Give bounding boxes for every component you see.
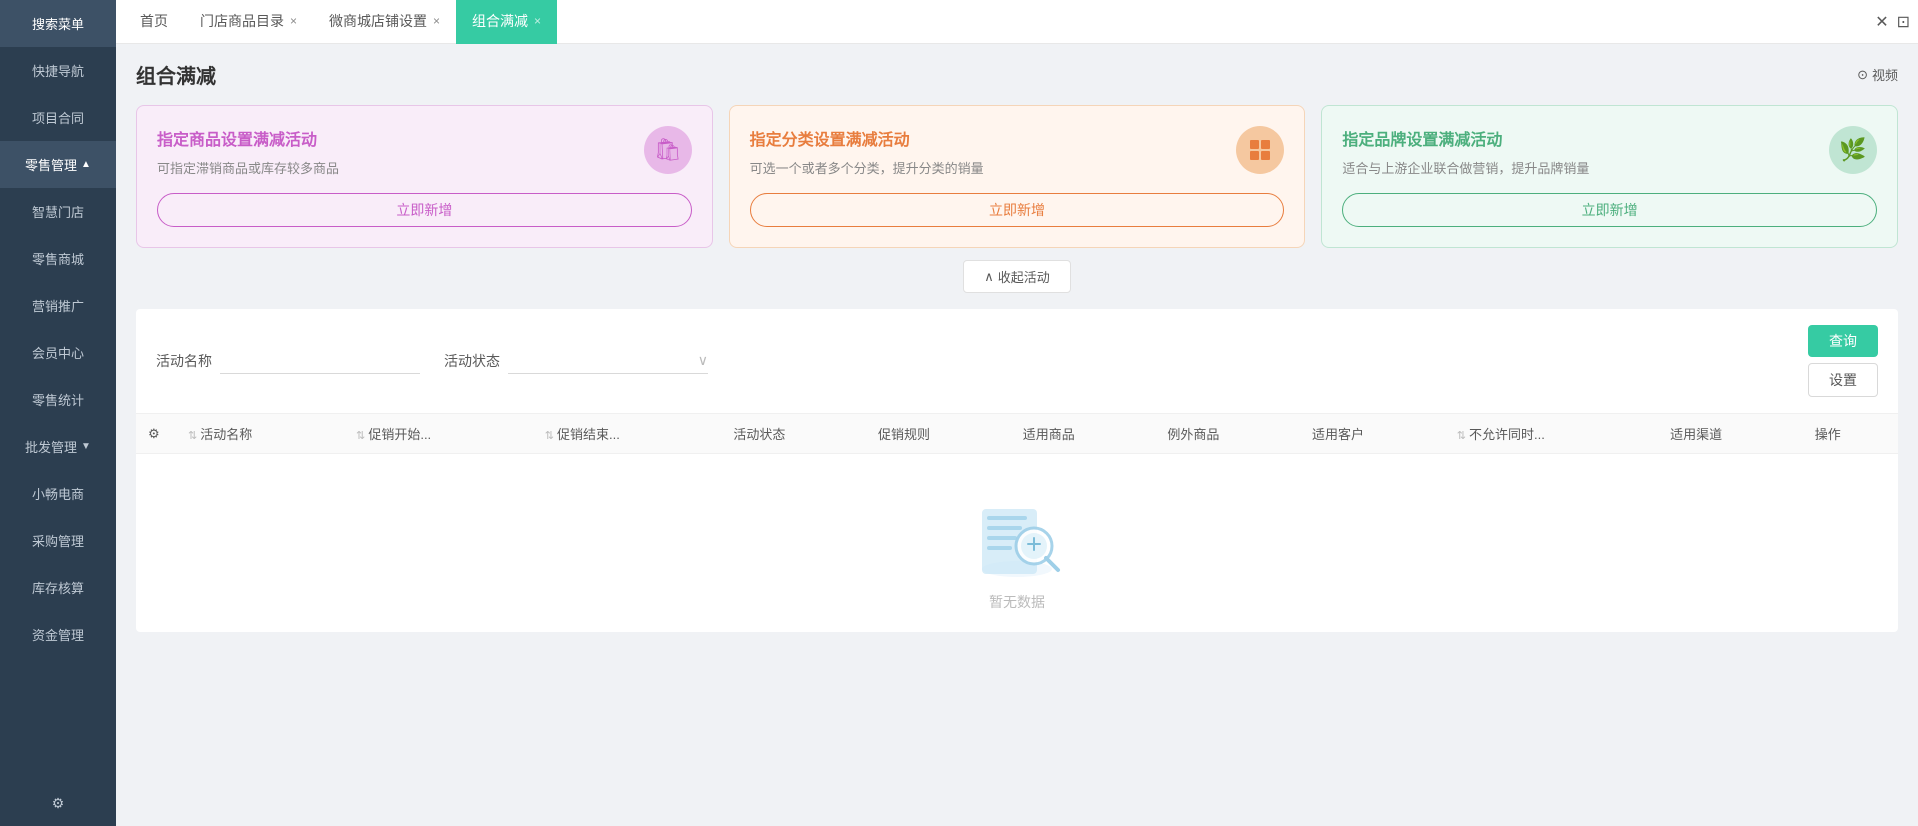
sidebar-item-search-menu[interactable]: 搜索菜单 <box>0 0 116 47</box>
tab-combo-discount[interactable]: 组合满减 × <box>456 0 557 44</box>
chevron-down-icon: ▼ <box>81 441 91 452</box>
activity-name-input[interactable] <box>220 349 420 374</box>
tab-close-store-catalog[interactable]: × <box>290 14 297 28</box>
brand-discount-title: 指定品牌设置满减活动 <box>1342 126 1877 150</box>
gear-icon: ⚙ <box>52 795 65 811</box>
brand-discount-icon: 🌿 <box>1829 126 1877 174</box>
sidebar-item-retail-mall[interactable]: 零售商城 <box>0 235 116 282</box>
play-circle-icon: ⊙ <box>1857 67 1868 83</box>
product-discount-add-btn[interactable]: 立即新增 <box>157 193 692 227</box>
collapse-activity-btn[interactable]: ∧ 收起活动 <box>963 260 1071 293</box>
sidebar-item-project-contract[interactable]: 项目合同 <box>0 94 116 141</box>
th-operations: 操作 <box>1803 414 1898 454</box>
category-discount-title: 指定分类设置满减活动 <box>750 126 1285 150</box>
page-header: 组合满减 ⊙ 视频 <box>136 60 1898 89</box>
page-content: 组合满减 ⊙ 视频 🛍 指定商品设置满减活动 可指定滞销商品或库存较多商品 立即… <box>116 44 1918 826</box>
activity-name-label: 活动名称 <box>156 351 212 371</box>
th-gear[interactable]: ⚙ <box>136 414 176 454</box>
product-discount-icon: 🛍 <box>644 126 692 174</box>
page-title: 组合满减 <box>136 60 216 89</box>
gear-icon: ⚙ <box>148 426 160 441</box>
sidebar-item-inventory-check[interactable]: 库存核算 <box>0 564 116 611</box>
sidebar-item-purchase-mgmt[interactable]: 采购管理 <box>0 517 116 564</box>
tab-store-catalog[interactable]: 门店商品目录 × <box>184 0 313 44</box>
th-applicable-customers: 适用客户 <box>1300 414 1445 454</box>
product-discount-desc: 可指定滞销商品或库存较多商品 <box>157 158 692 177</box>
table-empty-row: 暂无数据 <box>136 454 1898 633</box>
sidebar-item-smart-store[interactable]: 智慧门店 <box>0 188 116 235</box>
sidebar-item-retail-stats[interactable]: 零售统计 <box>0 376 116 423</box>
activity-status-select[interactable]: ∨ <box>508 348 708 374</box>
th-applicable-channel: 适用渠道 <box>1658 414 1803 454</box>
sidebar: 搜索菜单 快捷导航 项目合同 零售管理 ▲ 智慧门店 零售商城 营销推广 会员中… <box>0 0 116 826</box>
th-exception-products: 例外商品 <box>1155 414 1300 454</box>
filter-row: 活动名称 活动状态 ∨ 查询 设置 <box>136 309 1898 414</box>
category-discount-desc: 可选一个或者多个分类，提升分类的销量 <box>750 158 1285 177</box>
chevron-up-icon: ∧ <box>984 269 994 285</box>
sidebar-item-quick-nav[interactable]: 快捷导航 <box>0 47 116 94</box>
sidebar-item-marketing[interactable]: 营销推广 <box>0 282 116 329</box>
category-discount-icon <box>1236 126 1284 174</box>
brand-discount-card: 🌿 指定品牌设置满减活动 适合与上游企业联合做营销，提升品牌销量 立即新增 <box>1321 105 1898 248</box>
filter-activity-status: 活动状态 ∨ <box>444 348 708 374</box>
tab-ministore-settings[interactable]: 微商城店铺设置 × <box>313 0 456 44</box>
chevron-up-icon: ▲ <box>81 159 91 170</box>
category-discount-card: 指定分类设置满减活动 可选一个或者多个分类，提升分类的销量 立即新增 <box>729 105 1306 248</box>
empty-illustration-svg <box>962 494 1072 584</box>
sidebar-item-retail-mgmt[interactable]: 零售管理 ▲ <box>0 141 116 188</box>
tab-bar-right-controls: ✕ ⊡ <box>1875 12 1910 32</box>
main-area: 首页 门店商品目录 × 微商城店铺设置 × 组合满减 × ✕ ⊡ 组合满减 ⊙ … <box>116 0 1918 826</box>
th-promo-rule: 促销规则 <box>866 414 1011 454</box>
sidebar-item-member-center[interactable]: 会员中心 <box>0 329 116 376</box>
empty-state: 暂无数据 <box>136 454 1898 632</box>
filter-buttons: 查询 设置 <box>1808 325 1878 397</box>
chevron-down-icon: ∨ <box>698 352 708 369</box>
activity-status-label: 活动状态 <box>444 351 500 371</box>
product-discount-title: 指定商品设置满减活动 <box>157 126 692 150</box>
th-promo-end[interactable]: 促销结束... <box>533 414 722 454</box>
sidebar-item-wholesale-mgmt[interactable]: 批发管理 ▼ <box>0 423 116 470</box>
th-promo-start[interactable]: 促销开始... <box>344 414 533 454</box>
product-discount-card: 🛍 指定商品设置满减活动 可指定滞销商品或库存较多商品 立即新增 <box>136 105 713 248</box>
th-activity-status: 活动状态 <box>721 414 866 454</box>
table-header-row: ⚙ 活动名称 促销开始... 促销结束... 活动状态 促销规则 适用商品 例外… <box>136 414 1898 454</box>
th-applicable-products: 适用商品 <box>1011 414 1156 454</box>
restore-window-icon[interactable]: ⊡ <box>1897 12 1910 32</box>
collapse-row: ∧ 收起活动 <box>136 260 1898 293</box>
table-body: 暂无数据 <box>136 454 1898 633</box>
tab-close-combo-discount[interactable]: × <box>534 14 541 28</box>
empty-text: 暂无数据 <box>989 592 1045 612</box>
activity-table: ⚙ 活动名称 促销开始... 促销结束... 活动状态 促销规则 适用商品 例外… <box>136 414 1898 632</box>
settings-button[interactable]: 设置 <box>1808 363 1878 397</box>
sidebar-item-fund-mgmt[interactable]: 资金管理 <box>0 611 116 658</box>
table-container: ⚙ 活动名称 促销开始... 促销结束... 活动状态 促销规则 适用商品 例外… <box>136 414 1898 632</box>
query-button[interactable]: 查询 <box>1808 325 1878 357</box>
activity-cards-container: 🛍 指定商品设置满减活动 可指定滞销商品或库存较多商品 立即新增 指定分类设置满… <box>136 105 1898 248</box>
sidebar-item-xiaochang-ecom[interactable]: 小畅电商 <box>0 470 116 517</box>
th-activity-name[interactable]: 活动名称 <box>176 414 344 454</box>
category-discount-add-btn[interactable]: 立即新增 <box>750 193 1285 227</box>
filter-activity-name: 活动名称 <box>156 349 420 374</box>
tab-bar: 首页 门店商品目录 × 微商城店铺设置 × 组合满减 × ✕ ⊡ <box>116 0 1918 44</box>
sidebar-settings[interactable]: ⚙ <box>0 781 116 826</box>
th-not-allow-same[interactable]: 不允许同时... <box>1445 414 1658 454</box>
brand-discount-add-btn[interactable]: 立即新增 <box>1342 193 1877 227</box>
tab-close-ministore-settings[interactable]: × <box>433 14 440 28</box>
video-button[interactable]: ⊙ 视频 <box>1857 65 1898 84</box>
close-window-icon[interactable]: ✕ <box>1875 12 1888 32</box>
brand-discount-desc: 适合与上游企业联合做营销，提升品牌销量 <box>1342 158 1877 177</box>
tab-home[interactable]: 首页 <box>124 0 184 44</box>
